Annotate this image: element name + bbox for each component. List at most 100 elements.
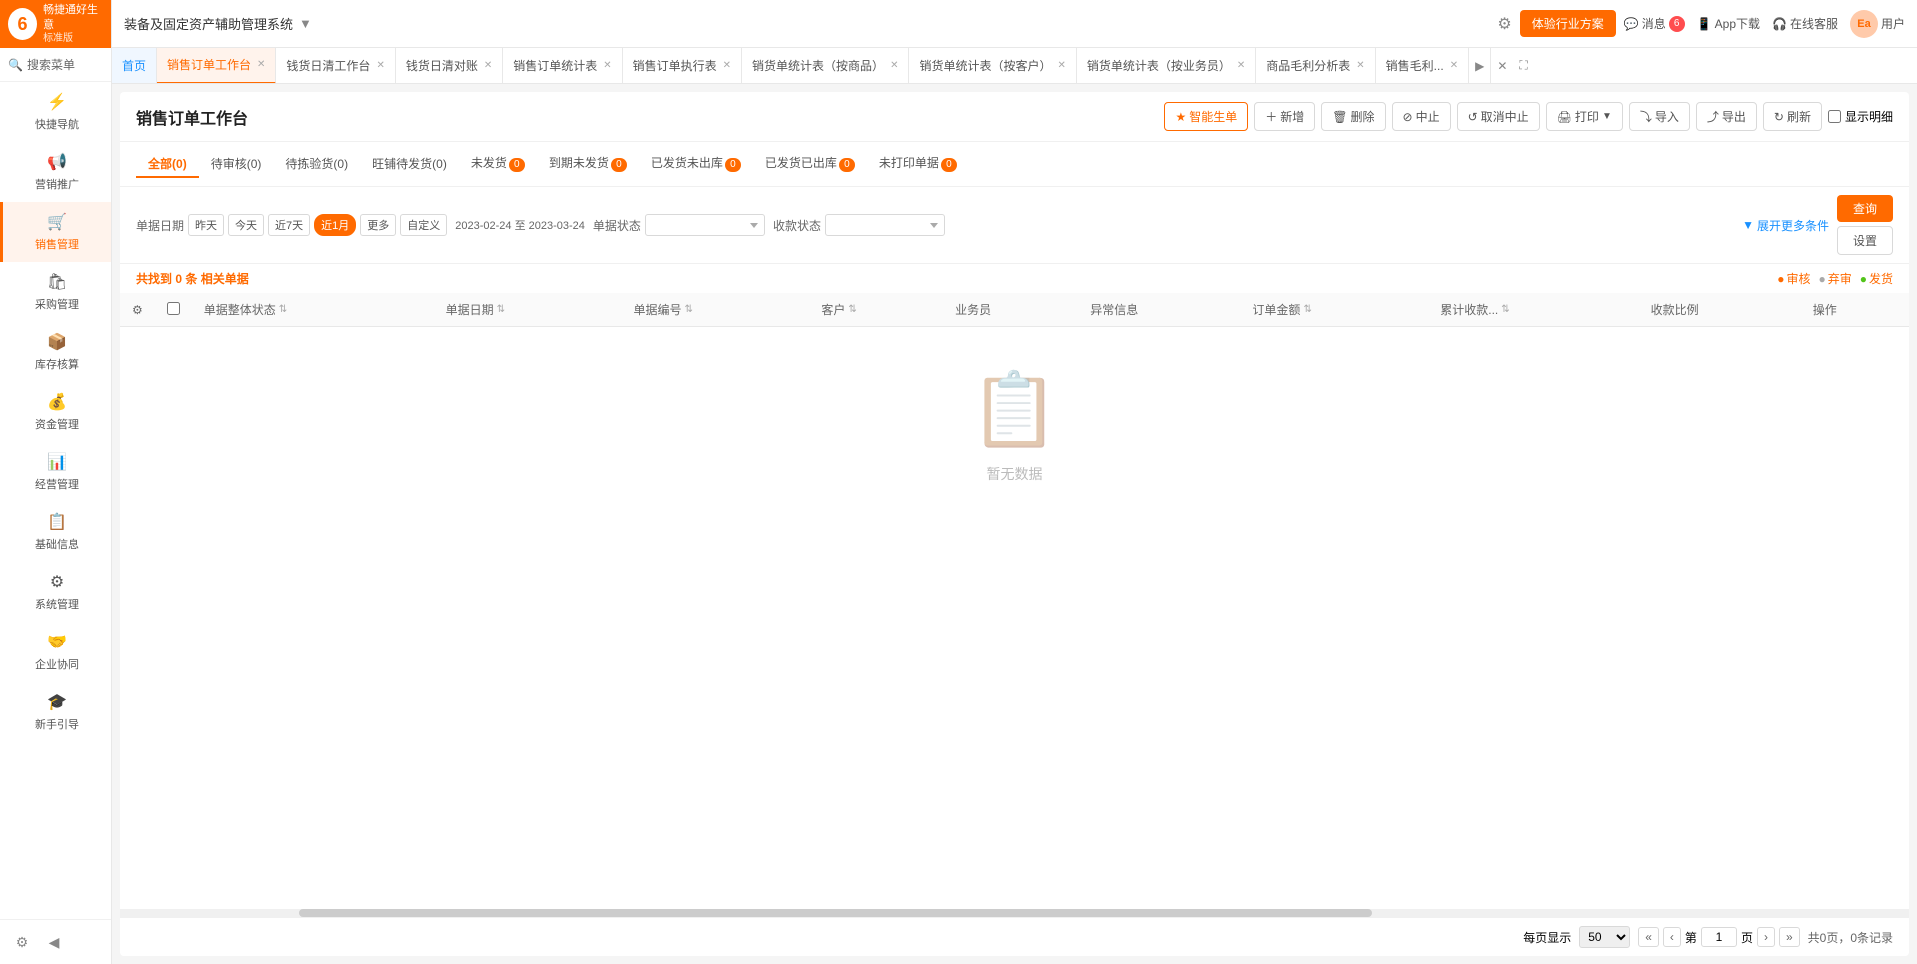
status-select[interactable] xyxy=(645,214,765,236)
tab-sales-by-customer-close[interactable]: ✕ xyxy=(1057,60,1065,71)
tab-cash-daily-close[interactable]: ✕ xyxy=(376,60,384,71)
date-btn-7days[interactable]: 近7天 xyxy=(268,214,310,236)
trial-btn[interactable]: 体验行业方案 xyxy=(1520,10,1616,37)
tab-home[interactable]: 首页 xyxy=(112,48,157,84)
tab-sales-stats-close[interactable]: ✕ xyxy=(603,60,611,71)
topbar-settings-icon[interactable]: ⚙ xyxy=(1497,14,1511,34)
th-checkbox[interactable] xyxy=(155,293,192,327)
search-btn[interactable]: 查询 xyxy=(1837,195,1893,222)
sidebar-item-quicknav[interactable]: ⚡ 快捷导航 xyxy=(0,82,111,142)
th-customer-sort[interactable]: 客户 ⇅ xyxy=(821,301,931,318)
select-all-checkbox[interactable] xyxy=(167,302,180,315)
date-btn-1month[interactable]: 近1月 xyxy=(314,214,356,236)
sidebar-item-system[interactable]: ⚙ 系统管理 xyxy=(0,562,111,622)
th-amount-sort[interactable]: 订单金额 ⇅ xyxy=(1252,301,1416,318)
sidebar-item-tutorial[interactable]: 🎓 新手引导 xyxy=(0,682,111,742)
add-btn[interactable]: ＋ 新增 xyxy=(1254,102,1315,131)
sidebar-search[interactable]: 🔍 搜索菜单 xyxy=(0,48,111,82)
collapse-sidebar-btn[interactable]: ◀ xyxy=(42,930,66,954)
filter-tab-pending-inspect[interactable]: 待拣验货(0) xyxy=(273,151,360,178)
tab-scroll-right-btn[interactable]: ▶ xyxy=(1469,48,1491,84)
stop-label: 中止 xyxy=(1416,108,1440,125)
print-btn[interactable]: 🖨 打印 ▼ xyxy=(1546,102,1623,131)
tab-cash-daily[interactable]: 钱货日清工作台 ✕ xyxy=(276,48,395,84)
filter-tab-all[interactable]: 全部(0) xyxy=(136,151,199,178)
sidebar-item-basicinfo[interactable]: 📋 基础信息 xyxy=(0,502,111,562)
tab-sales-exec[interactable]: 销售订单执行表 ✕ xyxy=(623,48,742,84)
expand-filters-btn[interactable]: ▼ 展开更多条件 xyxy=(1742,217,1829,234)
filter-tab-wangpu[interactable]: 旺铺待发货(0) xyxy=(360,151,459,178)
tab-cash-reconcile-close[interactable]: ✕ xyxy=(484,60,492,71)
tab-sales-more-close[interactable]: ✕ xyxy=(1450,60,1458,71)
first-page-btn[interactable]: « xyxy=(1638,927,1659,947)
date-btn-more[interactable]: 更多 xyxy=(360,214,396,236)
ship-action-btn[interactable]: ● 发货 xyxy=(1860,270,1893,287)
filter-tab-expired[interactable]: 到期未发货0 xyxy=(537,150,639,178)
tab-goods-margin[interactable]: 商品毛利分析表 ✕ xyxy=(1256,48,1375,84)
horizontal-scrollbar[interactable] xyxy=(120,909,1909,917)
filter-tab-not-shipped[interactable]: 未发货0 xyxy=(459,150,537,178)
cancel-review-action-btn[interactable]: ● 弃审 xyxy=(1818,270,1851,287)
smart-gen-btn[interactable]: ★ 智能生单 xyxy=(1164,102,1248,131)
settings-bottom-icon[interactable]: ⚙ xyxy=(10,930,34,954)
sidebar-item-inventory[interactable]: 📦 库存核算 xyxy=(0,322,111,382)
page-size-select[interactable]: 10 20 50 100 xyxy=(1579,926,1630,948)
refresh-btn[interactable]: ↻ 刷新 xyxy=(1763,102,1822,131)
tab-sales-by-goods-close[interactable]: ✕ xyxy=(890,60,898,71)
filter-tab-shipped-out[interactable]: 已发货已出库0 xyxy=(753,150,867,178)
sidebar-item-sales[interactable]: 🛒 销售管理 xyxy=(0,202,111,262)
th-number-sort[interactable]: 单据编号 ⇅ xyxy=(633,301,797,318)
app-download-btn[interactable]: 📱 App下载 xyxy=(1697,15,1760,32)
tab-fullscreen-btn[interactable]: ⛶ xyxy=(1513,48,1533,84)
scroll-thumb[interactable] xyxy=(299,909,1372,917)
th-status-sort[interactable]: 单据整体状态 ⇅ xyxy=(204,301,422,318)
sidebar-item-purchase[interactable]: 🛍 采购管理 xyxy=(0,262,111,322)
th-date-sort[interactable]: 单据日期 ⇅ xyxy=(446,301,610,318)
payment-select[interactable] xyxy=(825,214,945,236)
sidebar-item-operations[interactable]: 📊 经营管理 xyxy=(0,442,111,502)
date-btn-today[interactable]: 今天 xyxy=(228,214,264,236)
th-collected-sort[interactable]: 累计收款... ⇅ xyxy=(1440,301,1626,318)
sidebar-item-marketing[interactable]: 📢 营销推广 xyxy=(0,142,111,202)
settings-btn[interactable]: 设置 xyxy=(1837,226,1893,255)
sidebar-item-finance[interactable]: 💰 资金管理 xyxy=(0,382,111,442)
last-page-btn[interactable]: » xyxy=(1779,927,1800,947)
next-page-btn[interactable]: › xyxy=(1757,927,1775,947)
page-total: 共0页，0条记录 xyxy=(1808,929,1893,946)
show-detail-checkbox[interactable] xyxy=(1828,110,1841,123)
phone-icon: 📱 xyxy=(1697,17,1712,31)
tab-sales-workbench[interactable]: 销售订单工作台 ✕ xyxy=(157,48,276,84)
import-btn[interactable]: ⤵ 导入 xyxy=(1629,102,1690,131)
th-settings[interactable]: ⚙ xyxy=(120,293,155,327)
tab-sales-more[interactable]: 销售毛利... ✕ xyxy=(1376,48,1469,84)
tab-sales-by-staff-close[interactable]: ✕ xyxy=(1237,60,1245,71)
tab-goods-margin-close[interactable]: ✕ xyxy=(1356,60,1364,71)
cancel-stop-btn[interactable]: ↺ 取消中止 xyxy=(1457,102,1540,131)
date-btn-yesterday[interactable]: 昨天 xyxy=(188,214,224,236)
tab-sales-exec-close[interactable]: ✕ xyxy=(723,60,731,71)
filter-tabs: 全部(0) 待审核(0) 待拣验货(0) 旺铺待发货(0) 未发货0 到期未发货… xyxy=(120,142,1909,187)
online-service-btn[interactable]: 🎧 在线客服 xyxy=(1772,15,1838,32)
system-dropdown-icon[interactable]: ▼ xyxy=(299,16,312,31)
tab-cash-reconcile[interactable]: 钱货日清对账 ✕ xyxy=(396,48,503,84)
show-detail-toggle[interactable]: 显示明细 xyxy=(1828,108,1893,125)
tab-sales-workbench-close[interactable]: ✕ xyxy=(257,59,265,70)
filter-tab-pending-review[interactable]: 待审核(0) xyxy=(199,151,274,178)
delete-btn[interactable]: 🗑 删除 xyxy=(1321,102,1385,131)
filter-tab-not-printed[interactable]: 未打印单据0 xyxy=(867,150,969,178)
tab-close-all-btn[interactable]: ✕ xyxy=(1491,48,1513,84)
export-btn[interactable]: ⤴ 导出 xyxy=(1696,102,1757,131)
prev-page-btn[interactable]: ‹ xyxy=(1663,927,1681,947)
sidebar-item-enterprise[interactable]: 🤝 企业协同 xyxy=(0,622,111,682)
message-btn[interactable]: 💬 消息 6 xyxy=(1624,15,1685,32)
tab-sales-by-customer[interactable]: 销货单统计表（按客户） ✕ xyxy=(909,48,1076,84)
tab-sales-stats[interactable]: 销售订单统计表 ✕ xyxy=(503,48,622,84)
date-btn-custom[interactable]: 自定义 xyxy=(400,214,447,236)
page-input[interactable] xyxy=(1701,927,1737,947)
stop-btn[interactable]: ⊘ 中止 xyxy=(1392,102,1451,131)
filter-tab-shipped-not-out[interactable]: 已发货未出库0 xyxy=(639,150,753,178)
tab-sales-by-staff[interactable]: 销货单统计表（按业务员） ✕ xyxy=(1077,48,1256,84)
user-menu[interactable]: Ea 用户 xyxy=(1850,10,1905,38)
review-action-btn[interactable]: ● 审核 xyxy=(1777,270,1810,287)
tab-sales-by-goods[interactable]: 销货单统计表（按商品） ✕ xyxy=(742,48,909,84)
